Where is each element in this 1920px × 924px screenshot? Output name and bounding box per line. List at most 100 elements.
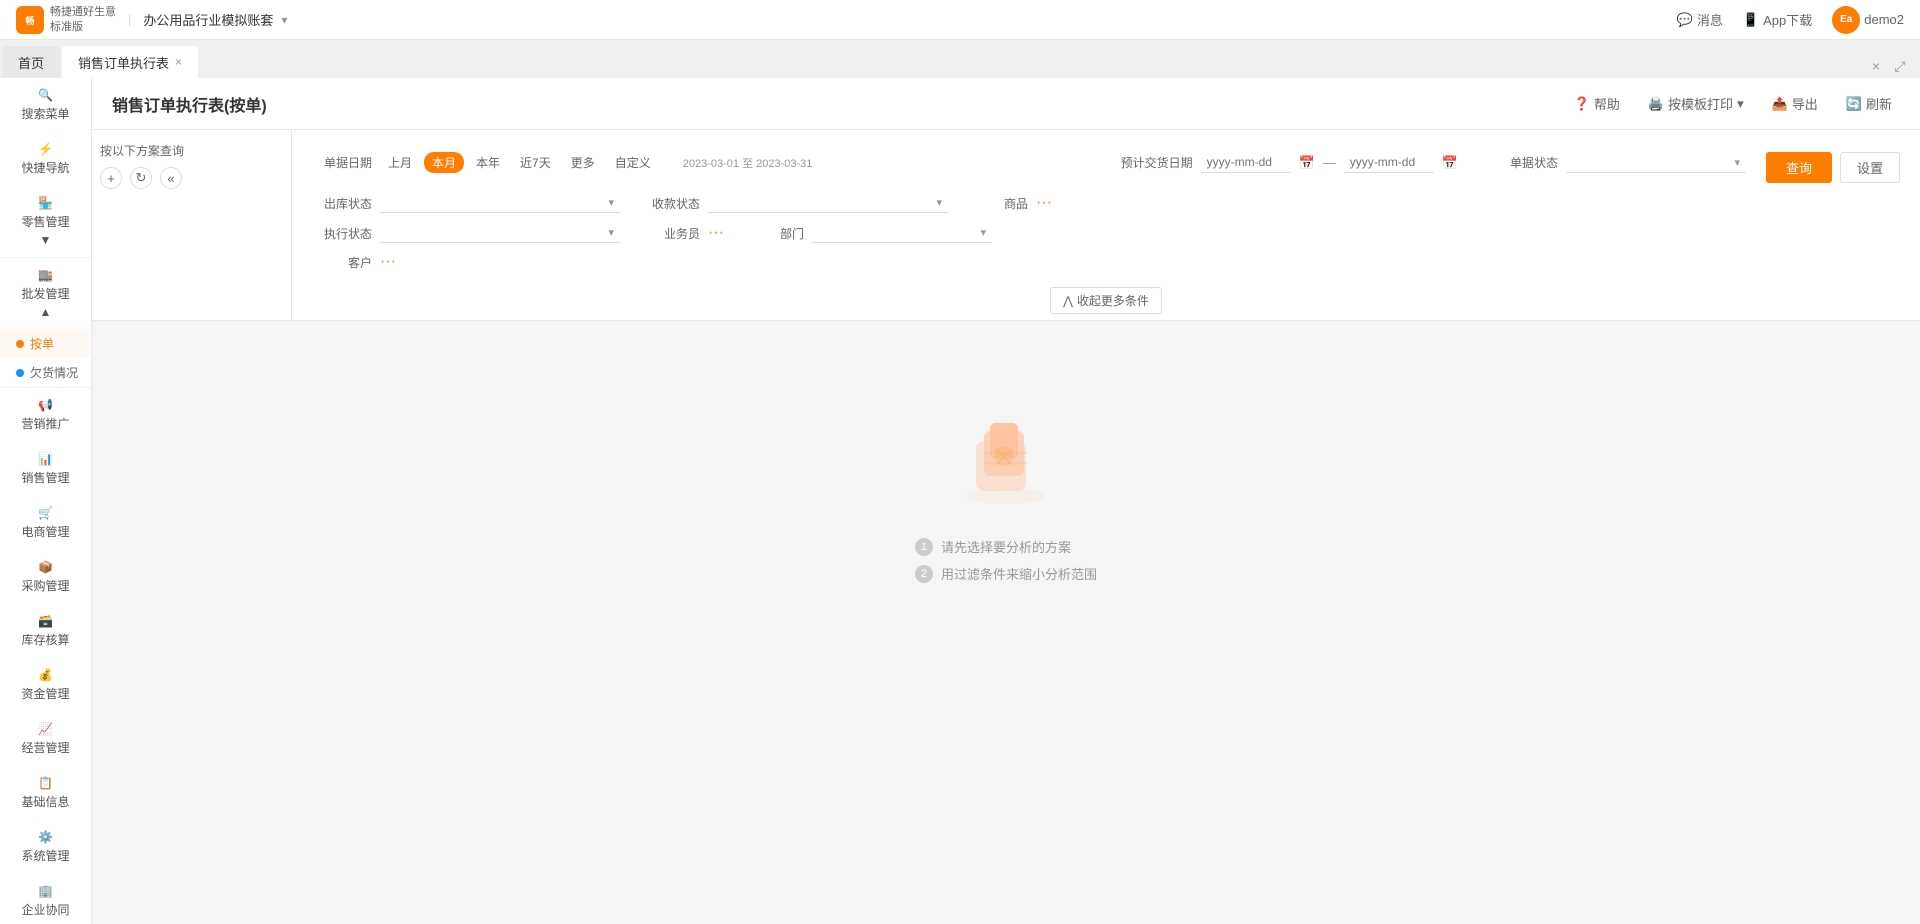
date-btn-last-month[interactable]: 上月 [380, 152, 420, 173]
export-button[interactable]: 📤 导出 [1764, 90, 1826, 117]
salesperson-label: 业务员 [640, 225, 700, 242]
filter-row-1: 单据日期 上月 本月 本年 近7天 更多 自定义 2023-03-01 至 20… [312, 142, 1900, 183]
empty-state: 1 请先选择要分析的方案 2 用过滤条件来缩小分析范围 [92, 321, 1920, 663]
salesperson-more-button[interactable]: ··· [708, 224, 724, 242]
sidebar-item-retail[interactable]: 🏪 零售管理 ▼ [0, 186, 91, 257]
content-area: 销售订单执行表(按单) ❓ 帮助 🖨️ 按模板打印 ▾ 📤 导出 🔄 刷新 [92, 78, 1920, 924]
date-sep: — [1323, 155, 1336, 170]
retail-icon: 🏪 [38, 196, 53, 210]
logo-area: 畅 畅捷通好生意 标准版 [16, 5, 116, 34]
date-range-display: 2023-03-01 至 2023-03-31 [683, 155, 813, 171]
nav-dropdown-icon[interactable]: ▾ [281, 13, 287, 27]
app-download-button[interactable]: 📱 App下载 [1743, 10, 1812, 29]
sidebar-item-ops[interactable]: 📈 经营管理 [0, 712, 91, 766]
filter-panel: 按以下方案查询 + ↻ « [92, 130, 1920, 321]
sidebar-group-wholesale: 🏬 批发管理 ▲ 按单 欠货情况 [0, 258, 91, 388]
sidebar-item-basic[interactable]: 📋 基础信息 [0, 766, 91, 820]
collection-status-select[interactable]: ▾ [708, 193, 948, 213]
empty-steps: 1 请先选择要分析的方案 2 用过滤条件来缩小分析范围 [915, 537, 1097, 583]
exec-status-label: 执行状态 [312, 225, 372, 242]
doc-status-select[interactable]: ▾ [1566, 153, 1746, 173]
settings-button[interactable]: 设置 [1840, 152, 1900, 183]
search-icon: 🔍 [38, 88, 53, 102]
page-title: 销售订单执行表(按单) [112, 92, 267, 116]
sidebar-item-search[interactable]: 🔍 搜索菜单 [0, 78, 91, 132]
expected-date-label: 预计交货日期 [1121, 154, 1193, 171]
tab-close-icon[interactable]: × [175, 55, 182, 69]
filter-actions: 查询 设置 [1766, 142, 1900, 183]
department-select[interactable]: ▾ [812, 223, 992, 243]
sidebar-item-quick-nav[interactable]: ⚡ 快捷导航 [0, 132, 91, 186]
product-more-button[interactable]: ··· [1036, 194, 1052, 212]
expected-date-end-input[interactable] [1344, 152, 1434, 173]
help-icon: ❓ [1574, 96, 1590, 112]
date-btn-current-year[interactable]: 本年 [468, 152, 508, 173]
sales-icon: 📊 [38, 452, 53, 466]
date-btn-custom[interactable]: 自定义 [607, 152, 659, 173]
collection-arrow-icon: ▾ [936, 196, 942, 209]
nav-title[interactable]: 办公用品行业模拟账套 [143, 10, 273, 29]
sidebar-item-purchase[interactable]: 📦 采购管理 [0, 550, 91, 604]
top-bar-left: 畅 畅捷通好生意 标准版 | 办公用品行业模拟账套 ▾ [16, 5, 287, 34]
date-btn-more[interactable]: 更多 [563, 152, 603, 173]
filter-side-title: 按以下方案查询 [100, 142, 283, 159]
help-button[interactable]: ❓ 帮助 [1566, 90, 1628, 117]
filter-row-2: 出库状态 ▾ 收款状态 ▾ 商品 [312, 193, 1900, 213]
print-dropdown-icon[interactable]: ▾ [1737, 96, 1744, 112]
refresh-button[interactable]: 🔄 刷新 [1838, 90, 1900, 117]
department-arrow-icon: ▾ [980, 226, 986, 239]
query-button[interactable]: 查询 [1766, 152, 1832, 183]
cal-end-icon[interactable]: 📅 [1442, 155, 1458, 171]
filter-group-department: 部门 ▾ [744, 223, 992, 243]
sidebar-item-finance[interactable]: 💰 资金管理 [0, 658, 91, 712]
sidebar-item-sales[interactable]: 📊 销售管理 [0, 442, 91, 496]
template-print-button[interactable]: 🖨️ 按模板打印 ▾ [1640, 90, 1752, 117]
date-btn-current-month[interactable]: 本月 [424, 152, 464, 173]
refresh-scheme-button[interactable]: ↻ [130, 167, 152, 189]
filter-group-exec: 执行状态 ▾ [312, 223, 620, 243]
purchase-icon: 📦 [38, 560, 53, 574]
top-bar-right: 💬 消息 📱 App下载 Ea demo2 [1677, 6, 1904, 34]
doc-status-arrow-icon: ▾ [1734, 156, 1740, 169]
product-label: 商品 [968, 195, 1028, 212]
top-bar: 畅 畅捷通好生意 标准版 | 办公用品行业模拟账套 ▾ 💬 消息 📱 App下载… [0, 0, 1920, 40]
collapse-more-button[interactable]: ⋀ 收起更多条件 [1050, 287, 1162, 314]
exec-status-select[interactable]: ▾ [380, 223, 620, 243]
step-2-num: 2 [915, 565, 933, 583]
filter-group-delivery: 出库状态 ▾ [312, 193, 620, 213]
date-buttons: 上月 本月 本年 近7天 更多 自定义 [380, 152, 659, 173]
customer-more-button[interactable]: ··· [380, 253, 396, 271]
tab-sales-order[interactable]: 销售订单执行表 × [62, 46, 198, 78]
window-maximize-button[interactable]: ⤢ [1892, 58, 1908, 74]
filter-group-collection: 收款状态 ▾ [640, 193, 948, 213]
basic-icon: 📋 [38, 776, 53, 790]
delivery-arrow-icon: ▾ [608, 196, 614, 209]
user-menu[interactable]: Ea demo2 [1832, 6, 1904, 34]
print-icon: 🖨️ [1648, 96, 1664, 112]
collapse-side-button[interactable]: « [160, 167, 182, 189]
add-scheme-button[interactable]: + [100, 167, 122, 189]
delivery-status-select[interactable]: ▾ [380, 193, 620, 213]
sidebar-item-enterprise[interactable]: 🏢 企业协同 [0, 874, 91, 924]
sidebar-sub-item-order[interactable]: 按单 [0, 329, 91, 358]
filter-side-actions: + ↻ « [100, 167, 283, 189]
sidebar-item-inventory[interactable]: 🗃️ 库存核算 [0, 604, 91, 658]
filter-side: 按以下方案查询 + ↻ « [92, 130, 292, 320]
sidebar-sub-item-shortage[interactable]: 欠货情况 [0, 358, 91, 387]
message-button[interactable]: 💬 消息 [1677, 10, 1723, 29]
ecom-icon: 🛒 [38, 506, 53, 520]
window-close-button[interactable]: × [1868, 58, 1884, 74]
date-btn-7days[interactable]: 近7天 [512, 152, 559, 173]
ops-icon: 📈 [38, 722, 53, 736]
expected-date-start-input[interactable] [1201, 152, 1291, 173]
sidebar-item-ecom[interactable]: 🛒 电商管理 [0, 496, 91, 550]
collapse-up-icon: ⋀ [1063, 294, 1073, 308]
cal-start-icon[interactable]: 📅 [1299, 155, 1315, 171]
sidebar-item-system[interactable]: ⚙️ 系统管理 [0, 820, 91, 874]
window-controls: × ⤢ [1868, 58, 1920, 78]
sidebar-item-marketing[interactable]: 📢 营销推广 [0, 388, 91, 442]
sidebar-item-wholesale[interactable]: 🏬 批发管理 ▲ [0, 258, 91, 329]
message-icon: 💬 [1677, 12, 1693, 28]
tab-home[interactable]: 首页 [2, 46, 60, 78]
enterprise-icon: 🏢 [38, 884, 53, 898]
